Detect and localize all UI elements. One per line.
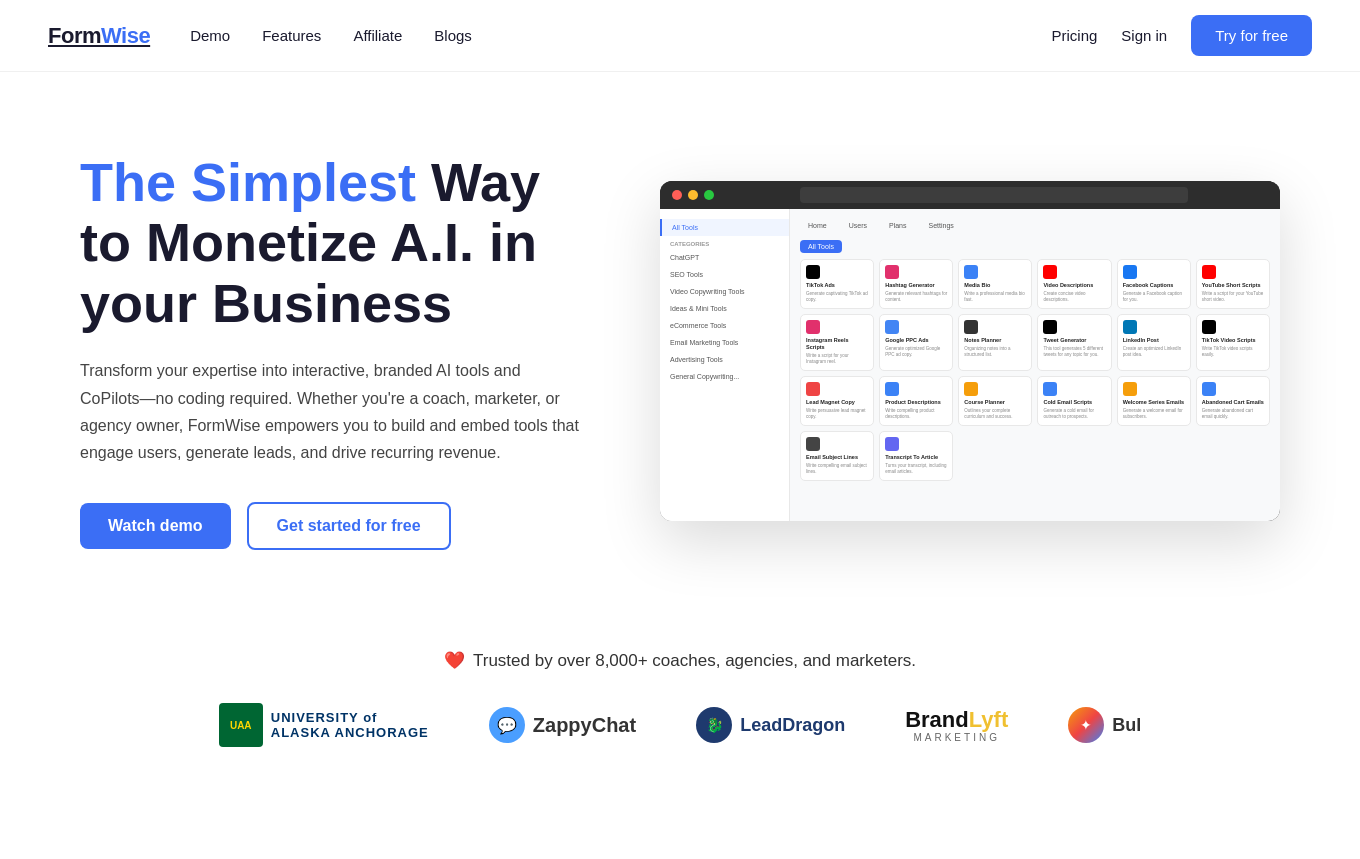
mockup-url-bar [800,187,1188,203]
sidebar-video: Video Copywriting Tools [660,283,789,300]
tool-card: Course Planner Outlines your complete cu… [958,376,1032,426]
nav-affiliate[interactable]: Affiliate [353,27,402,44]
trusted-label: Trusted by over 8,000+ coaches, agencies… [473,651,916,671]
logo-wise: Wise [101,23,150,48]
hero-section: The Simplest Way to Monetize A.I. in you… [0,72,1360,610]
mockup-tabs: Home Users Plans Settings [800,219,962,232]
mockup-sidebar: All Tools Categories ChatGPT SEO Tools V… [660,209,790,521]
trusted-section: ❤️ Trusted by over 8,000+ coaches, agenc… [0,610,1360,777]
logo[interactable]: FormWise [48,23,150,49]
get-started-button[interactable]: Get started for free [247,502,451,550]
zappy-name: ZappyChat [533,714,636,737]
tool-card: Facebook Captions Generate a Facebook ca… [1117,259,1191,309]
tool-card: Lead Magnet Copy Write persuasive lead m… [800,376,874,426]
window-min-dot [688,190,698,200]
mockup-content: Home Users Plans Settings All Tools TikT… [790,209,1280,521]
tool-card: YouTube Short Scripts Write a script for… [1196,259,1270,309]
tool-card: Tweet Generator This tool generates 5 di… [1037,314,1111,371]
tool-card: Transcript To Article Turns your transcr… [879,431,953,481]
lead-logo: 🐉 LeadDragon [696,707,845,743]
lead-name: LeadDragon [740,715,845,736]
trusted-text: ❤️ Trusted by over 8,000+ coaches, agenc… [80,650,1280,671]
uaa-badge: UAA [219,703,263,747]
sidebar-seo: SEO Tools [660,266,789,283]
zappy-logo: 💬 ZappyChat [489,707,636,743]
watch-demo-button[interactable]: Watch demo [80,503,231,549]
partial-name: Bul [1112,715,1141,736]
sidebar-ecom: eCommerce Tools [660,317,789,334]
nav-blogs[interactable]: Blogs [434,27,472,44]
tool-card: Video Descriptions Create concise video … [1037,259,1111,309]
tool-card: Instagram Reels Scripts Write a script f… [800,314,874,371]
mockup-top-bar: Home Users Plans Settings [800,219,1270,232]
tab-settings: Settings [920,219,961,232]
sidebar-ideas: Ideas & Mini Tools [660,300,789,317]
hero-buttons: Watch demo Get started for free [80,502,580,550]
nav-pricing[interactable]: Pricing [1051,27,1097,44]
window-close-dot [672,190,682,200]
hero-image: All Tools Categories ChatGPT SEO Tools V… [620,181,1280,521]
sidebar-general: General Copywriting... [660,368,789,385]
nav-demo[interactable]: Demo [190,27,230,44]
tool-card: Hashtag Generator Generate relevant hash… [879,259,953,309]
hero-text: The Simplest Way to Monetize A.I. in you… [80,152,580,550]
tool-card: Abandoned Cart Emails Generate abandoned… [1196,376,1270,426]
tab-home: Home [800,219,835,232]
trusted-icon: ❤️ [444,650,465,671]
hero-title-blue: The Simplest [80,152,416,212]
window-max-dot [704,190,714,200]
uaa-logo: UAA UNIVERSITY of ALASKA ANCHORAGE [219,703,429,747]
tool-card: Media Bio Write a professional media bio… [958,259,1032,309]
sidebar-ads: Advertising Tools [660,351,789,368]
brand-main: BrandLyft [905,708,1008,732]
mockup-subtabs: All Tools [800,240,1270,253]
tools-grid: TikTok Ads Generate captivating TikTok a… [800,259,1270,480]
tab-plans: Plans [881,219,915,232]
nav-try-button[interactable]: Try for free [1191,15,1312,56]
tool-card: Email Subject Lines Write compelling ema… [800,431,874,481]
nav-links: Demo Features Affiliate Blogs [190,27,472,45]
nav-signin[interactable]: Sign in [1121,27,1167,44]
tool-card: TikTok Video Scripts Write TikTok video … [1196,314,1270,371]
dashboard-mockup: All Tools Categories ChatGPT SEO Tools V… [660,181,1280,521]
tool-card: Product Descriptions Write compelling pr… [879,376,953,426]
mockup-titlebar [660,181,1280,209]
logo-form: Form [48,23,101,48]
tab-users: Users [841,219,875,232]
tool-card: Google PPC Ads Generate optimized Google… [879,314,953,371]
sidebar-email: Email Marketing Tools [660,334,789,351]
nav-features[interactable]: Features [262,27,321,44]
lead-icon: 🐉 [696,707,732,743]
subtab-all-tools: All Tools [800,240,842,253]
mockup-body: All Tools Categories ChatGPT SEO Tools V… [660,209,1280,521]
uaa-main-2: ALASKA ANCHORAGE [271,725,429,741]
brand-logo: BrandLyft Marketing [905,708,1008,743]
nav-right: Pricing Sign in Try for free [1051,15,1312,56]
tool-card: TikTok Ads Generate captivating TikTok a… [800,259,874,309]
tool-card: Notes Planner Organizing notes into a st… [958,314,1032,371]
sidebar-group: Categories [660,236,789,249]
hero-description: Transform your expertise into interactiv… [80,357,580,466]
zappy-icon: 💬 [489,707,525,743]
tool-card: Cold Email Scripts Generate a cold email… [1037,376,1111,426]
partial-icon: ✦ [1068,707,1104,743]
sidebar-all-tools: All Tools [660,219,789,236]
brand-sub: Marketing [905,732,1008,743]
sidebar-chatgpt: ChatGPT [660,249,789,266]
navbar: FormWise Demo Features Affiliate Blogs P… [0,0,1360,72]
uaa-text: UNIVERSITY of ALASKA ANCHORAGE [271,710,429,741]
tool-card: Welcome Series Emails Generate a welcome… [1117,376,1191,426]
nav-left: FormWise Demo Features Affiliate Blogs [48,23,472,49]
uaa-main: UNIVERSITY of [271,710,429,726]
logos-row: UAA UNIVERSITY of ALASKA ANCHORAGE 💬 Zap… [80,703,1280,747]
hero-title: The Simplest Way to Monetize A.I. in you… [80,152,580,333]
partial-logo: ✦ Bul [1068,707,1141,743]
tool-card: LinkedIn Post Create an optimized Linked… [1117,314,1191,371]
